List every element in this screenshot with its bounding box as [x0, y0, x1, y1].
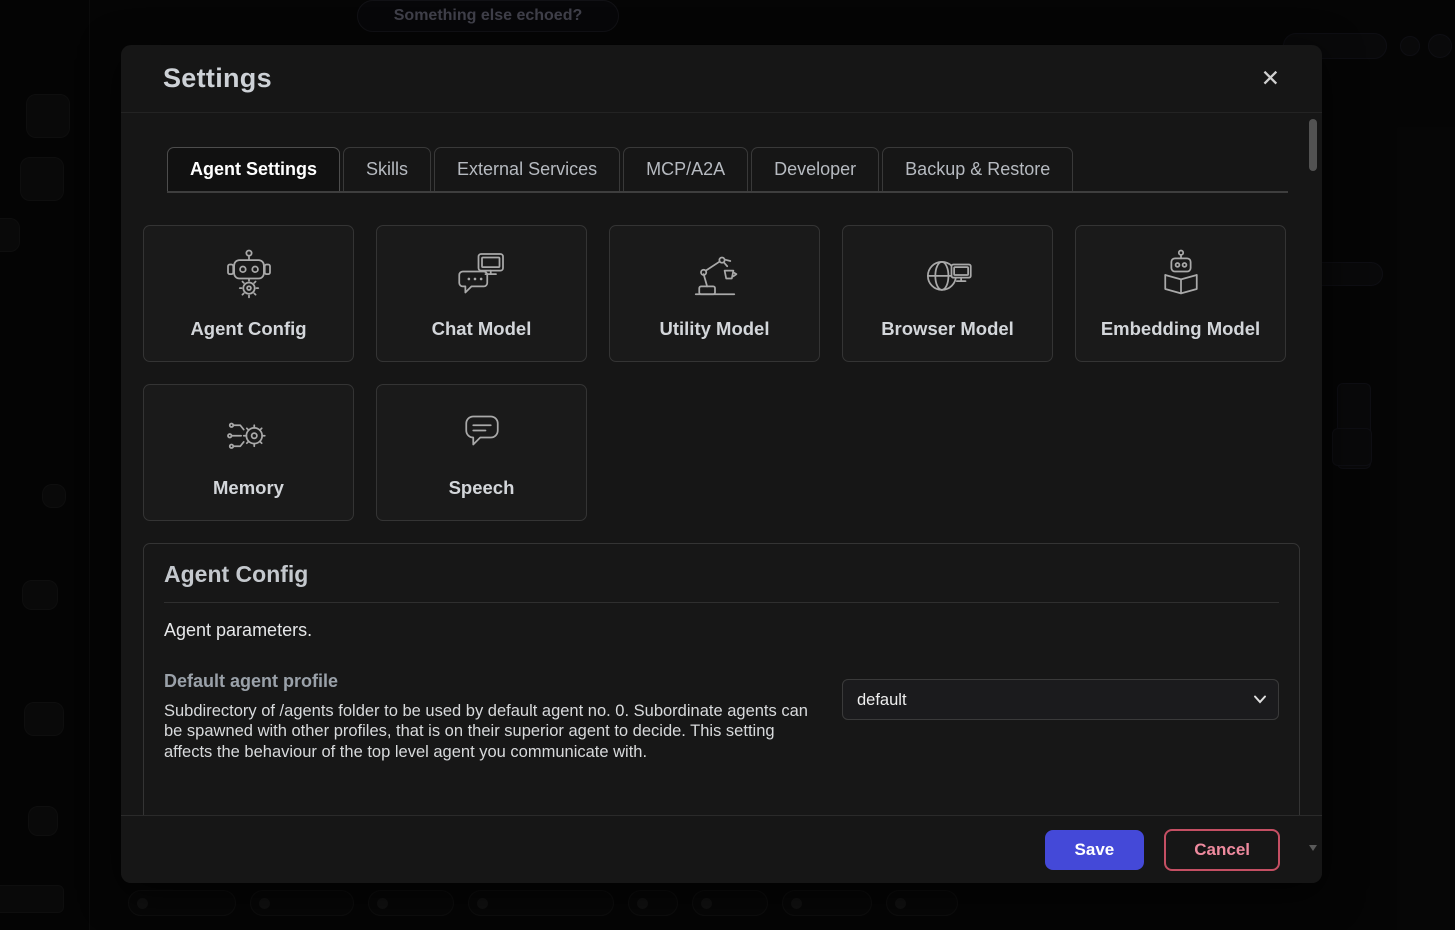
tab-external-services[interactable]: External Services: [434, 147, 620, 191]
card-label: Memory: [213, 477, 284, 499]
modal-title: Settings: [163, 63, 272, 94]
card-browser-model[interactable]: Browser Model: [842, 225, 1053, 362]
tab-developer[interactable]: Developer: [751, 147, 879, 191]
modal-header: Settings ✕: [121, 45, 1322, 113]
tab-agent-settings[interactable]: Agent Settings: [167, 147, 340, 191]
modal-scrollbar[interactable]: [1309, 117, 1317, 853]
cancel-button[interactable]: Cancel: [1164, 829, 1280, 871]
card-label: Utility Model: [660, 318, 770, 340]
card-label: Chat Model: [432, 318, 532, 340]
section-divider: [164, 602, 1279, 603]
globe-monitor-icon: [919, 247, 977, 308]
modal-footer: Save Cancel: [121, 815, 1322, 883]
settings-tabs: Agent Settings Skills External Services …: [167, 147, 1288, 193]
close-icon[interactable]: ✕: [1261, 67, 1280, 90]
profile-select-wrap: default: [842, 679, 1279, 720]
card-utility-model[interactable]: Utility Model: [609, 225, 820, 362]
save-button[interactable]: Save: [1045, 830, 1145, 870]
card-speech[interactable]: Speech: [376, 384, 587, 521]
field-label: Default agent profile: [164, 671, 812, 692]
card-chat-model[interactable]: Chat Model: [376, 225, 587, 362]
card-label: Speech: [449, 477, 515, 499]
chat-monitor-icon: [453, 247, 511, 308]
tab-mcp-a2a[interactable]: MCP/A2A: [623, 147, 748, 191]
card-agent-config[interactable]: Agent Config: [143, 225, 354, 362]
card-label: Embedding Model: [1101, 318, 1260, 340]
scrollbar-down-arrow[interactable]: [1309, 845, 1317, 851]
settings-nav-cards: Agent Config Chat Model: [143, 225, 1300, 521]
section-title: Agent Config: [164, 544, 1279, 602]
settings-modal: Settings ✕ Agent Settings Skills Externa…: [121, 45, 1322, 883]
robot-head-icon: [220, 247, 278, 308]
agent-config-section: Agent Config Agent parameters. Default a…: [143, 543, 1300, 815]
speech-bubble-icon: [453, 406, 511, 467]
scrollbar-thumb[interactable]: [1309, 119, 1317, 171]
modal-body: Agent Settings Skills External Services …: [121, 113, 1322, 815]
card-label: Agent Config: [190, 318, 306, 340]
circuit-gear-icon: [220, 406, 278, 467]
card-label: Browser Model: [881, 318, 1014, 340]
robot-arm-icon: [686, 247, 744, 308]
tab-backup-restore[interactable]: Backup & Restore: [882, 147, 1073, 191]
card-memory[interactable]: Memory: [143, 384, 354, 521]
profile-select[interactable]: default: [842, 679, 1279, 720]
card-embedding-model[interactable]: Embedding Model: [1075, 225, 1286, 362]
section-subtitle: Agent parameters.: [164, 620, 1279, 641]
tab-skills[interactable]: Skills: [343, 147, 431, 191]
field-default-agent-profile: Default agent profile Subdirectory of /a…: [164, 671, 1279, 762]
robot-book-icon: [1152, 247, 1210, 308]
field-description: Subdirectory of /agents folder to be use…: [164, 701, 812, 762]
